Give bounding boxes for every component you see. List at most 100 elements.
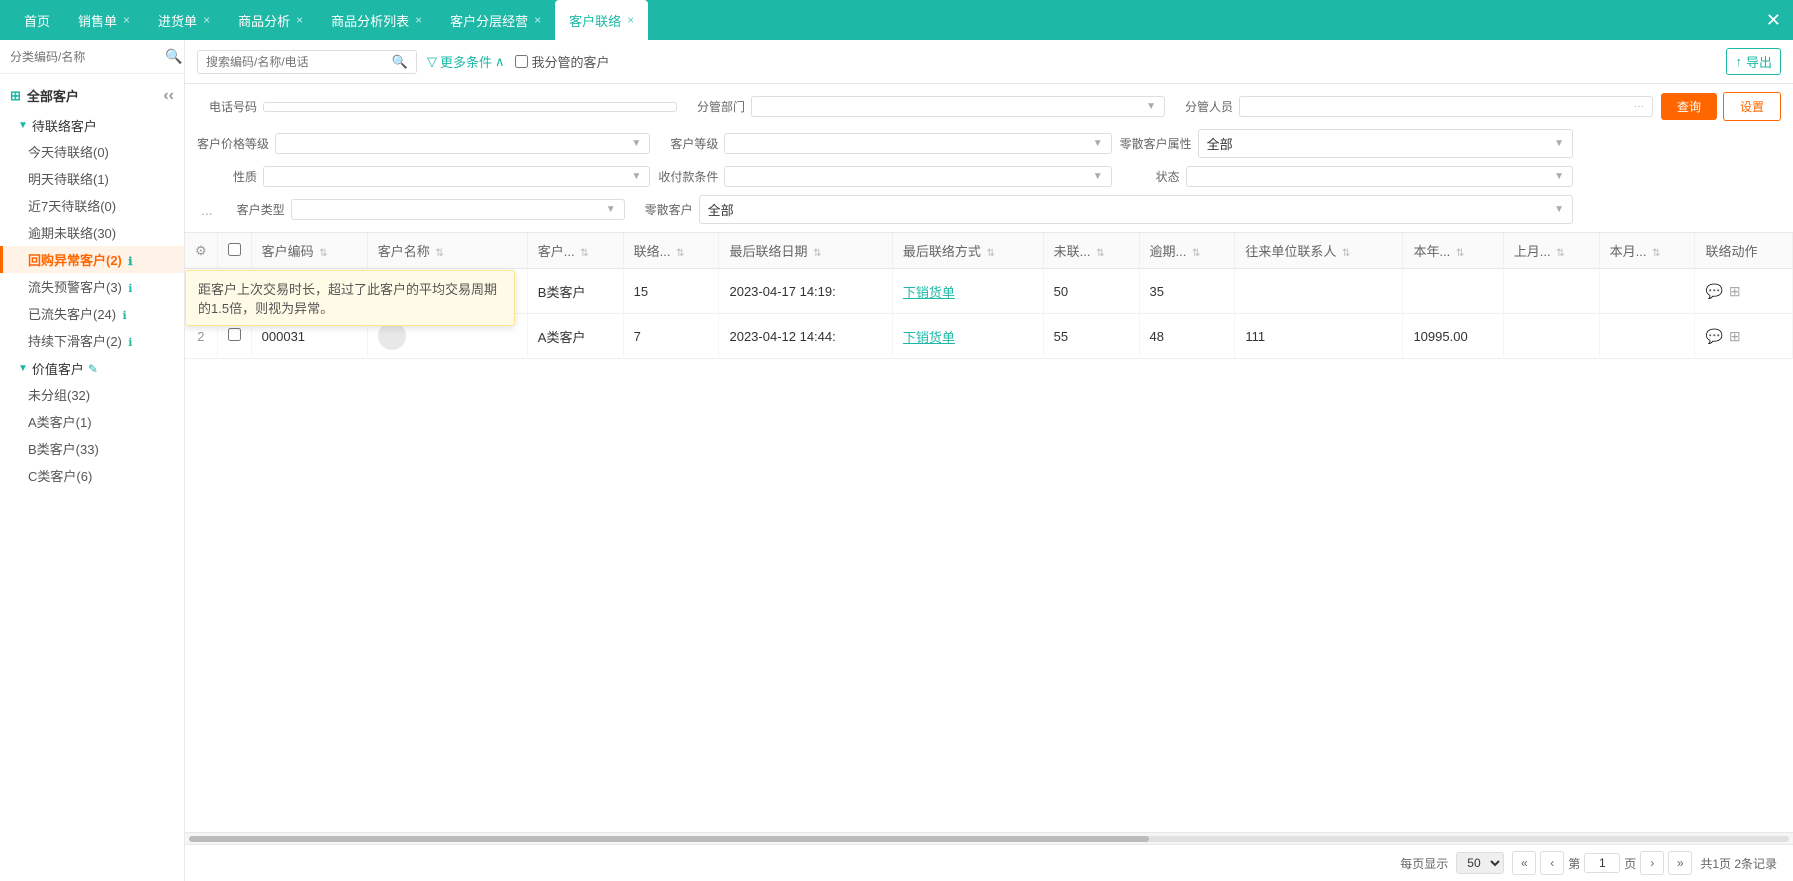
sort-last-method-icon[interactable]: ⇅ bbox=[987, 248, 995, 259]
sort-overdue-icon[interactable]: ⇅ bbox=[1192, 248, 1200, 259]
nav-home[interactable]: 首页 bbox=[10, 0, 64, 40]
sort-code-icon[interactable]: ⇅ bbox=[319, 248, 327, 259]
next-page-button[interactable]: › bbox=[1640, 851, 1664, 875]
nav-customer-contact[interactable]: 客户联络 × bbox=[555, 0, 648, 40]
my-customers-checkbox[interactable] bbox=[515, 55, 528, 68]
more-conditions-button[interactable]: ▽ 更多条件 ∧ bbox=[427, 52, 505, 71]
sidebar-item-unclassified[interactable]: 未分组(32) bbox=[0, 381, 184, 408]
person-select[interactable]: ··· bbox=[1239, 96, 1653, 117]
prev-page-button[interactable]: ‹ bbox=[1540, 851, 1564, 875]
col-this-year: 本年... ⇅ bbox=[1403, 233, 1503, 269]
sidebar-all-customers-section: ⊞ 全部客户 ‹‹ ▼ 待联络客户 今天待联络(0) 明天待联络(1) 近7天待… bbox=[0, 74, 184, 495]
close-sales-order-icon[interactable]: × bbox=[123, 13, 130, 27]
customer-search-icon[interactable]: 🔍 bbox=[392, 54, 408, 70]
sort-last-month-icon[interactable]: ⇅ bbox=[1556, 248, 1564, 259]
current-page-input[interactable] bbox=[1584, 853, 1620, 873]
col-contact-person: 往来单位联系人 ⇅ bbox=[1235, 233, 1403, 269]
status-select[interactable]: ▼ bbox=[1186, 166, 1573, 187]
zero-customer-select[interactable]: 全部 ▼ bbox=[699, 195, 1573, 224]
row2-chat-icon[interactable]: 💬 bbox=[1705, 328, 1722, 345]
sidebar-item-a-class[interactable]: A类客户(1) bbox=[0, 408, 184, 435]
sidebar-item-repurchase-abnormal[interactable]: 回购异常客户(2) ℹ bbox=[0, 246, 184, 273]
last-page-button[interactable]: » bbox=[1668, 851, 1692, 875]
horizontal-scrollbar[interactable] bbox=[185, 832, 1793, 844]
query-button[interactable]: 查询 bbox=[1661, 93, 1717, 120]
category-search-icon[interactable]: 🔍 bbox=[165, 48, 182, 65]
sidebar-item-tomorrow[interactable]: 明天待联络(1) bbox=[0, 165, 184, 192]
per-page-select[interactable]: 50 bbox=[1456, 852, 1504, 874]
dept-select[interactable]: ▼ bbox=[751, 96, 1165, 117]
customer-search-input[interactable] bbox=[206, 55, 392, 69]
sidebar-item-lost-warning[interactable]: 流失预警客户(3) ℹ bbox=[0, 273, 184, 300]
scrollbar-thumb[interactable] bbox=[189, 836, 1149, 842]
sort-type-icon[interactable]: ⇅ bbox=[580, 248, 588, 259]
customer-grade-select[interactable]: ▼ bbox=[724, 133, 1111, 154]
sort-contact-person-icon[interactable]: ⇅ bbox=[1342, 248, 1350, 259]
price-grade-arrow-icon: ▼ bbox=[631, 138, 641, 149]
row2-last-contact-link[interactable]: 下销货单 bbox=[903, 330, 955, 345]
zero-customer-filter-cell: 零散客户 全部 ▼ bbox=[633, 195, 1573, 224]
my-customers-checkbox-group[interactable]: 我分管的客户 bbox=[515, 52, 610, 71]
total-records-label: 共1页 2条记录 bbox=[1700, 855, 1777, 872]
row2-select-checkbox[interactable] bbox=[228, 328, 241, 341]
sidebar-item-overdue[interactable]: 逾期未联络(30) bbox=[0, 219, 184, 246]
row1-chat-icon[interactable]: 💬 bbox=[1705, 283, 1722, 300]
sort-last-date-icon[interactable]: ⇅ bbox=[813, 248, 821, 259]
col-checkbox[interactable] bbox=[217, 233, 251, 269]
sort-name-icon[interactable]: ⇅ bbox=[435, 248, 443, 259]
first-page-button[interactable]: « bbox=[1512, 851, 1536, 875]
sidebar-item-7days[interactable]: 近7天待联络(0) bbox=[0, 192, 184, 219]
row1-last-contact-date: 2023-04-17 14:19: bbox=[719, 269, 892, 314]
nav-customer-segment[interactable]: 客户分层经营 × bbox=[436, 0, 555, 40]
customer-type-select[interactable]: ▼ bbox=[291, 199, 625, 220]
value-customer-group[interactable]: ▼ 价值客户 ✎ bbox=[0, 354, 184, 381]
sidebar-item-c-class[interactable]: C类客户(6) bbox=[0, 462, 184, 489]
payment-arrow-icon: ▼ bbox=[1093, 171, 1103, 182]
phone-input[interactable] bbox=[263, 102, 677, 112]
col-contact-count: 联络... ⇅ bbox=[623, 233, 719, 269]
zero-attr-select[interactable]: 全部 ▼ bbox=[1198, 129, 1573, 158]
payment-select[interactable]: ▼ bbox=[724, 166, 1111, 187]
close-product-list-icon[interactable]: × bbox=[415, 13, 422, 27]
sidebar-item-continuous-down[interactable]: 持续下滑客户(2) ℹ bbox=[0, 327, 184, 354]
close-customer-contact-icon[interactable]: × bbox=[627, 13, 634, 27]
gender-select[interactable]: ▼ bbox=[263, 166, 650, 187]
nav-product-analysis[interactable]: 商品分析 × bbox=[224, 0, 317, 40]
export-button[interactable]: ↑ 导出 bbox=[1726, 48, 1781, 75]
nav-sales-order[interactable]: 销售单 × bbox=[64, 0, 144, 40]
sort-contact-icon[interactable]: ⇅ bbox=[676, 248, 684, 259]
edit-value-group-icon[interactable]: ✎ bbox=[88, 362, 98, 376]
scrollbar-track[interactable] bbox=[189, 836, 1789, 842]
more-filters-dots[interactable]: ... bbox=[197, 202, 217, 218]
close-all-tabs-button[interactable]: ✕ bbox=[1766, 10, 1781, 31]
close-product-analysis-icon[interactable]: × bbox=[296, 13, 303, 27]
col-settings[interactable]: ⚙ bbox=[185, 233, 217, 269]
close-purchase-order-icon[interactable]: × bbox=[203, 13, 210, 27]
sidebar-collapse-icon[interactable]: ‹‹ bbox=[163, 87, 174, 105]
grid-icon: ⊞ bbox=[10, 88, 21, 104]
all-customers-item[interactable]: ⊞ 全部客户 ‹‹ bbox=[0, 80, 184, 111]
nav-product-analysis-list[interactable]: 商品分析列表 × bbox=[317, 0, 436, 40]
price-grade-select[interactable]: ▼ bbox=[275, 133, 650, 154]
close-customer-segment-icon[interactable]: × bbox=[534, 13, 541, 27]
customer-search-box[interactable]: 🔍 bbox=[197, 50, 417, 74]
row1-last-contact-link[interactable]: 下销货单 bbox=[903, 285, 955, 300]
settings-button[interactable]: 设置 bbox=[1723, 92, 1781, 121]
sidebar-item-b-class[interactable]: B类客户(33) bbox=[0, 435, 184, 462]
row1-this-month bbox=[1599, 269, 1695, 314]
sidebar-item-today[interactable]: 今天待联络(0) bbox=[0, 138, 184, 165]
sidebar-item-already-lost[interactable]: 已流失客户(24) ℹ bbox=[0, 300, 184, 327]
category-search-input[interactable] bbox=[10, 50, 165, 64]
sort-this-year-icon[interactable]: ⇅ bbox=[1456, 248, 1464, 259]
row2-grid-icon[interactable]: ⊞ bbox=[1729, 328, 1741, 345]
sidebar-search-bar[interactable]: 🔍 bbox=[0, 40, 184, 74]
select-all-checkbox[interactable] bbox=[228, 243, 241, 256]
sort-this-month-icon[interactable]: ⇅ bbox=[1652, 248, 1660, 259]
row2-action-icons: 💬 ⊞ bbox=[1705, 328, 1782, 345]
row1-grid-icon[interactable]: ⊞ bbox=[1729, 283, 1741, 300]
pending-contact-group[interactable]: ▼ 待联络客户 bbox=[0, 111, 184, 138]
row1-uncontact-days: 50 bbox=[1043, 269, 1139, 314]
phone-label: 电话号码 bbox=[197, 98, 257, 115]
sort-uncontact-icon[interactable]: ⇅ bbox=[1096, 248, 1104, 259]
nav-purchase-order[interactable]: 进货单 × bbox=[144, 0, 224, 40]
